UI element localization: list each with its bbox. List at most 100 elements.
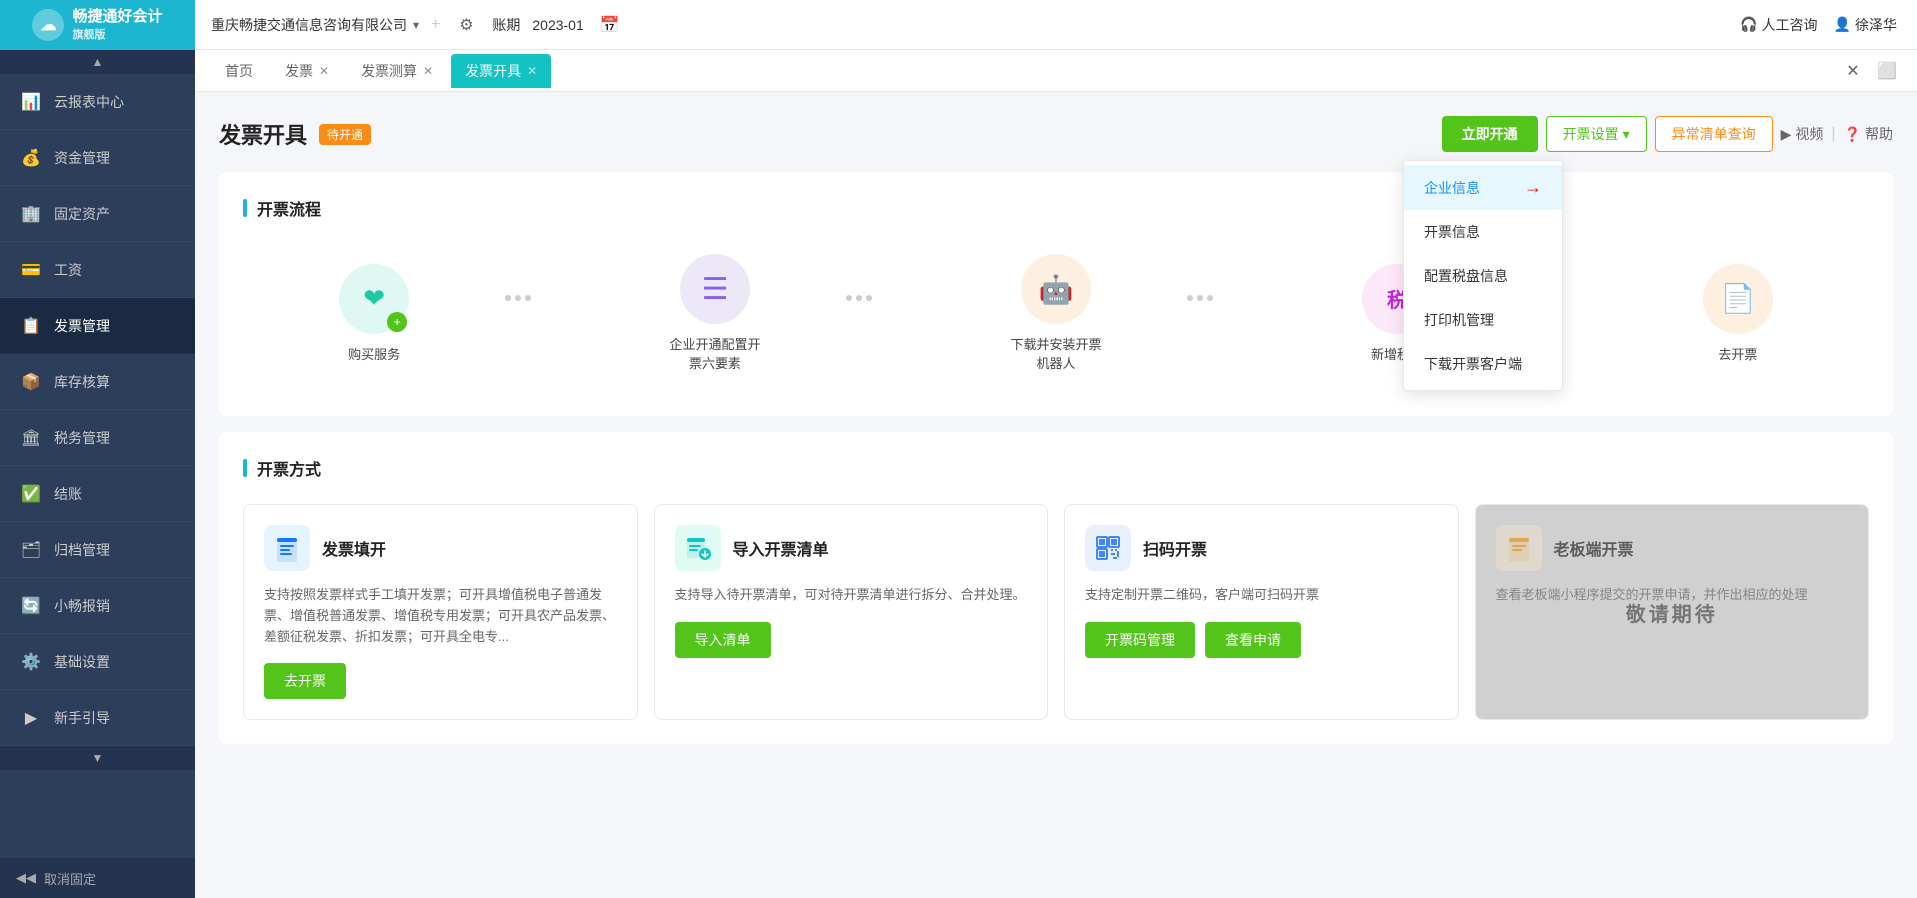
flow-dots-3 [1187,295,1213,331]
method-card-fill-header: 发票填开 [264,525,617,571]
abnormal-list-btn[interactable]: 异常清单查询 [1655,116,1773,152]
dot [525,295,531,301]
sidebar-item-shuiwu[interactable]: 🏛 税务管理 [0,410,195,466]
consult-label: 人工咨询 [1762,15,1818,35]
flow-dots-1 [505,295,531,331]
flow-label-3: 下载并安装开票机器人 [1006,334,1106,372]
dropdown-item-printer[interactable]: 打印机管理 [1404,298,1562,342]
open-service-btn[interactable]: 立即开通 [1442,116,1538,152]
flow-icon-5: 📄 [1703,264,1773,334]
sidebar-item-gudingzichan[interactable]: 🏢 固定资产 [0,186,195,242]
sidebar-item-label: 云报表中心 [54,92,124,112]
tab-fapiao-survey-close[interactable]: ✕ [423,64,433,78]
page-header: 发票开具 待开通 立即开通 开票设置 ▾ 异常清单查询 ▶ 视频 | [219,116,1893,152]
archive-icon: 🗂 [20,539,42,561]
sidebar-item-gongzi[interactable]: 💳 工资 [0,242,195,298]
content-area: 首页 发票 ✕ 发票测算 ✕ 发票开具 ✕ ✕ ⬜ [195,50,1917,898]
dot [1187,295,1193,301]
flow-steps: ❤ + 购买服务 [243,244,1869,392]
red-arrow-icon: → [1524,177,1542,198]
dot [856,295,862,301]
method-card-scan-header: 扫码开票 [1085,525,1438,571]
step-badge-1: + [387,312,407,332]
video-btn[interactable]: ▶ 视频 [1781,124,1824,144]
help-btn[interactable]: ❓ 帮助 [1844,124,1893,144]
settings-icon-btn[interactable]: ⚙ [452,11,480,39]
company-name: 重庆畅捷交通信息咨询有限公司 [211,15,407,35]
tab-fapiao-close[interactable]: ✕ [319,64,329,78]
dropdown-item-taxdisk[interactable]: 配置税盘信息 [1404,254,1562,298]
method-cards: 发票填开 支持按照发票样式手工填开发票；可开具增值税电子普通发票、增值税普通发票… [243,504,1869,720]
method-section: 开票方式 [219,432,1893,744]
tab-fapiao-survey-label: 发票测算 [361,61,417,81]
import-invoice-btn[interactable]: 导入清单 [675,622,771,658]
scan-invoice-icon [1085,525,1131,571]
import-invoice-icon [675,525,721,571]
cloud-report-icon: 📊 [20,91,42,113]
dropdown-item-company[interactable]: 企业信息 → [1404,165,1562,210]
divider: | [1831,125,1835,143]
sidebar-item-jiezhang[interactable]: ✅ 结账 [0,466,195,522]
calendar-icon-btn[interactable]: 📅 [596,11,624,39]
robot-icon: 🤖 [1039,273,1074,306]
question-icon: ❓ [1844,126,1861,143]
help-label: 帮助 [1865,124,1893,144]
sidebar-item-zijin[interactable]: 💰 资金管理 [0,130,195,186]
dropdown-company-label: 企业信息 [1424,178,1480,198]
user-area[interactable]: 👤 徐泽华 [1834,15,1897,35]
sidebar-item-label: 资金管理 [54,148,110,168]
dropdown-download-label: 下载开票客户端 [1424,354,1522,374]
sidebar-item-kucun[interactable]: 📦 库存核算 [0,354,195,410]
method-section-title: 开票方式 [243,456,1869,480]
import-invoice-desc: 支持导入待开票清单，可对待开票清单进行拆分、合并处理。 [675,585,1028,606]
logo-icon: ☁ [32,9,64,41]
method-title-text: 开票方式 [257,456,321,480]
flow-label-5: 去开票 [1718,344,1757,363]
flow-step-5: 📄 去开票 [1607,264,1869,363]
sidebar-item-yunbaobiao[interactable]: 📊 云报表中心 [0,74,195,130]
invoice-go-icon: 📄 [1720,282,1755,315]
dot [505,295,511,301]
chevron-settings-icon: ▾ [1623,126,1630,143]
sidebar-scroll-down[interactable]: ▼ [0,746,195,770]
sidebar-item-label: 发票管理 [54,316,110,336]
consult-btn[interactable]: 🎧 人工咨询 [1740,15,1817,35]
dropdown-item-invoice[interactable]: 开票信息 [1404,210,1562,254]
tab-fapiao[interactable]: 发票 ✕ [271,54,343,88]
scan-invoice-title: 扫码开票 [1143,536,1207,560]
method-card-boss: 老板端开票 查看老板端小程序提交的开票申请，并作出相应的处理 敬请期待 [1475,504,1870,720]
sidebar-item-label: 固定资产 [54,204,110,224]
fill-invoice-btn[interactable]: 去开票 [264,663,346,699]
method-card-import-header: 导入开票清单 [675,525,1028,571]
tab-fapiao-open[interactable]: 发票开具 ✕ [451,54,551,88]
sidebar-scroll-up[interactable]: ▲ [0,50,195,74]
flow-label-1: 购买服务 [348,344,400,363]
sidebar-item-jichushezhi[interactable]: ⚙️ 基础设置 [0,634,195,690]
sidebar-item-xinshouyindao[interactable]: ▶ 新手引导 [0,690,195,746]
invoice-settings-btn[interactable]: 开票设置 ▾ [1546,116,1647,152]
logo-area: ☁ 畅捷通好会计 旗舰版 [0,0,195,50]
sidebar-item-fapiaoglg[interactable]: 📋 发票管理 [0,298,195,354]
dropdown-item-download[interactable]: 下载开票客户端 [1404,342,1562,386]
overlay-mask: 敬请期待 [1476,505,1869,719]
tab-close-all-icon[interactable]: ✕ [1839,57,1867,85]
company-selector[interactable]: 重庆畅捷交通信息咨询有限公司 ▾ [211,15,419,35]
tab-fapiao-open-close[interactable]: ✕ [527,64,537,78]
dropdown-printer-label: 打印机管理 [1424,310,1494,330]
logo-text: 畅捷通好会计 [72,8,162,26]
scan-manage-btn[interactable]: 开票码管理 [1085,622,1195,658]
tab-fapiao-survey[interactable]: 发票测算 ✕ [347,54,447,88]
tab-home[interactable]: 首页 [211,54,267,88]
expense-icon: 🔄 [20,595,42,617]
tab-home-label: 首页 [225,61,253,81]
header-right: 🎧 人工咨询 👤 徐泽华 [1740,15,1917,35]
flow-icon-3: 🤖 [1021,254,1091,324]
scan-view-btn[interactable]: 查看申请 [1205,622,1301,658]
tab-maximize-icon[interactable]: ⬜ [1873,57,1901,85]
dropdown-invoice-label: 开票信息 [1424,222,1480,242]
sidebar-item-guidang[interactable]: 🗂 归档管理 [0,522,195,578]
dropdown-taxdisk-label: 配置税盘信息 [1424,266,1508,286]
sidebar-unpin-btn[interactable]: ◀◀ 取消固定 [0,858,195,898]
flow-icon-1: ❤ + [339,264,409,334]
sidebar-item-xiaochang[interactable]: 🔄 小畅报销 [0,578,195,634]
